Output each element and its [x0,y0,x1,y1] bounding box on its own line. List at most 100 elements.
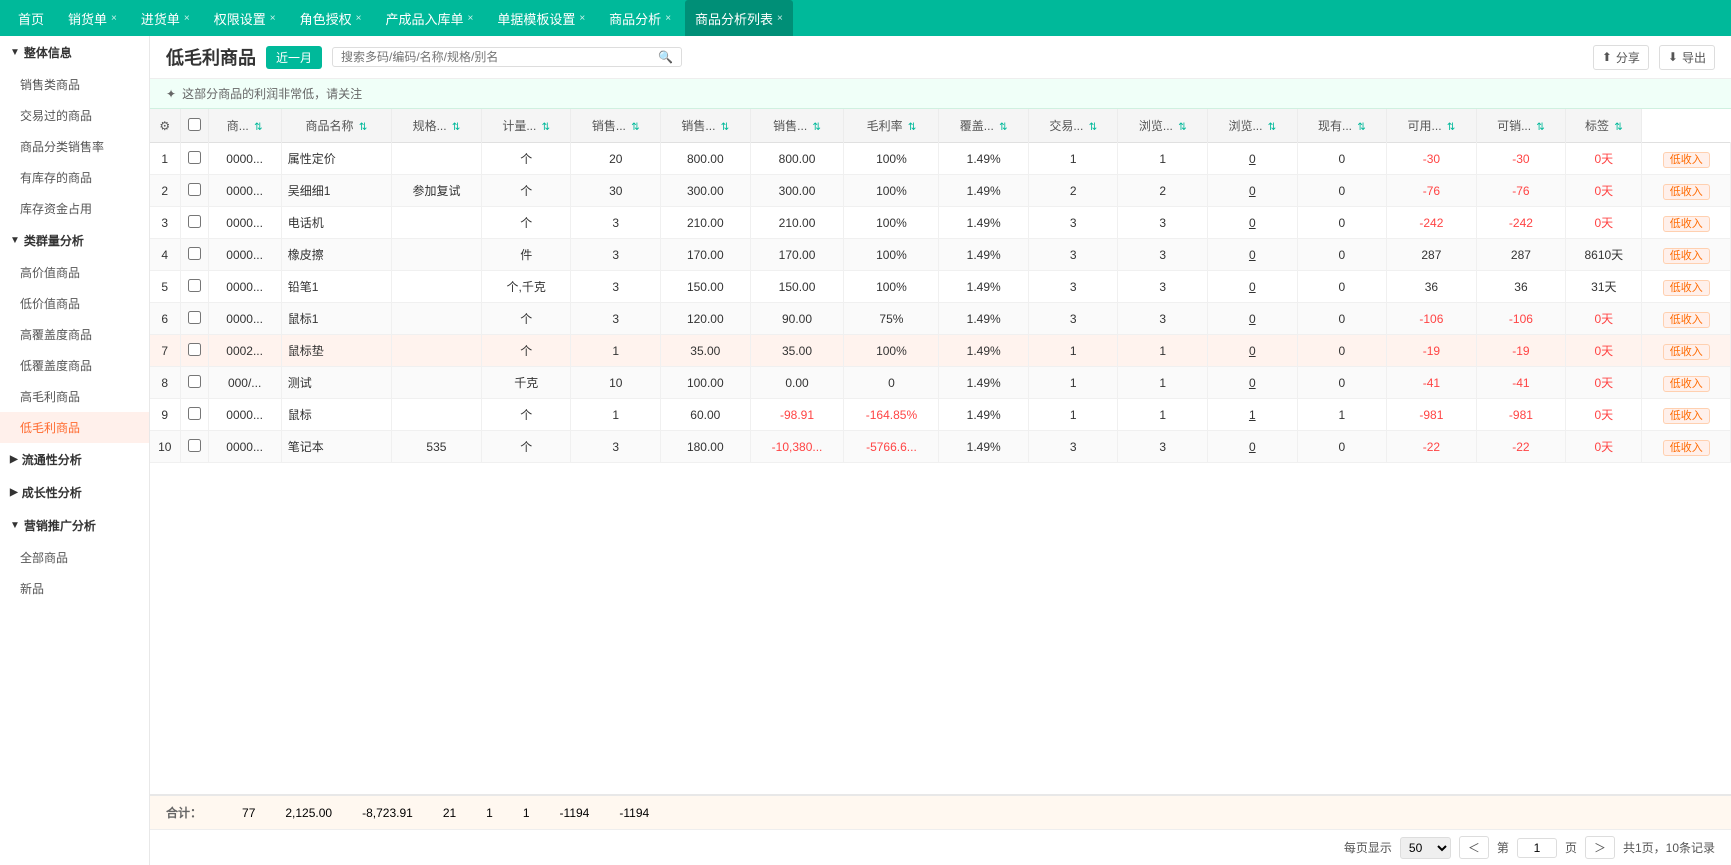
sidebar-group-cluster[interactable]: ▼ 类群量分析 [0,224,149,257]
row-view1[interactable]: 0 [1208,271,1298,303]
row-spec [391,239,481,271]
row-view1[interactable]: 0 [1208,335,1298,367]
row-stock1: -41 [1387,367,1477,399]
col-cover[interactable]: 覆盖... ⇅ [939,109,1029,143]
sidebar-item-sales-goods[interactable]: 销售类商品 [0,69,149,100]
row-view1[interactable]: 0 [1208,367,1298,399]
search-icon[interactable]: 🔍 [658,50,673,64]
sidebar-item-low-margin[interactable]: 低毛利商品 [0,412,149,443]
row-select-checkbox[interactable] [188,151,201,164]
row-checkbox[interactable] [180,143,208,175]
search-input[interactable] [341,50,658,64]
per-page-select[interactable]: 50 20 100 [1400,837,1451,859]
sidebar-item-stock-capital[interactable]: 库存资金占用 [0,193,149,224]
next-page-button[interactable]: ＞ [1585,836,1615,859]
sidebar-item-category-sales[interactable]: 商品分类销售率 [0,131,149,162]
sidebar-item-high-coverage[interactable]: 高覆盖度商品 [0,319,149,350]
col-stock2[interactable]: 可用... ⇅ [1387,109,1477,143]
col-days[interactable]: 可销... ⇅ [1476,109,1566,143]
row-no: 3 [150,207,180,239]
row-checkbox[interactable] [180,335,208,367]
table-row: 10 0000... 笔记本 535 个 3 180.00 -10,380...… [150,431,1731,463]
sidebar-item-traded-goods[interactable]: 交易过的商品 [0,100,149,131]
row-select-checkbox[interactable] [188,407,201,420]
sidebar-group-growth[interactable]: ▶ 成长性分析 [0,476,149,509]
row-select-checkbox[interactable] [188,375,201,388]
row-checkbox[interactable] [180,175,208,207]
row-view1[interactable]: 0 [1208,207,1298,239]
sidebar-group-marketing[interactable]: ▼ 营销推广分析 [0,509,149,542]
col-settings[interactable]: ⚙ [150,109,180,143]
close-icon[interactable]: × [111,13,117,24]
close-icon[interactable]: × [270,13,276,24]
row-view1[interactable]: 0 [1208,239,1298,271]
nav-home[interactable]: 首页 [8,0,54,36]
sidebar-item-stock-goods[interactable]: 有库存的商品 [0,162,149,193]
close-icon[interactable]: × [579,13,585,24]
page-number-input[interactable] [1517,838,1557,858]
nav-analysis[interactable]: 商品分析 × [599,0,681,36]
nav-products-in[interactable]: 产成品入库单 × [375,0,483,36]
sidebar-item-low-value[interactable]: 低价值商品 [0,288,149,319]
row-select-checkbox[interactable] [188,343,201,356]
select-all-checkbox[interactable] [188,118,201,131]
row-select-checkbox[interactable] [188,439,201,452]
col-gross-pct[interactable]: 毛利率 ⇅ [844,109,939,143]
col-code[interactable]: 商... ⇅ [208,109,281,143]
row-checkbox[interactable] [180,399,208,431]
sidebar-item-new-goods[interactable]: 新品 [0,573,149,604]
row-select-checkbox[interactable] [188,279,201,292]
col-tag[interactable]: 标签 ⇅ [1566,109,1642,143]
share-button[interactable]: ⬆ 分享 [1593,45,1649,70]
sidebar-item-low-coverage[interactable]: 低覆盖度商品 [0,350,149,381]
sidebar-item-high-margin[interactable]: 高毛利商品 [0,381,149,412]
row-view1[interactable]: 0 [1208,143,1298,175]
row-name: 吴细细1 [281,175,391,207]
row-view1[interactable]: 0 [1208,175,1298,207]
row-checkbox[interactable] [180,303,208,335]
sidebar-item-all-goods[interactable]: 全部商品 [0,542,149,573]
col-unit[interactable]: 计量... ⇅ [481,109,571,143]
table-row: 8 000/... 测试 千克 10 100.00 0.00 0 1.49% 1… [150,367,1731,399]
row-select-checkbox[interactable] [188,215,201,228]
row-checkbox[interactable] [180,431,208,463]
col-stock1[interactable]: 现有... ⇅ [1297,109,1387,143]
col-trade[interactable]: 交易... ⇅ [1028,109,1118,143]
row-view1[interactable]: 0 [1208,303,1298,335]
nav-template[interactable]: 单据模板设置 × [487,0,595,36]
col-qty[interactable]: 销售... ⇅ [571,109,661,143]
nav-purchase[interactable]: 进货单 × [131,0,200,36]
row-select-checkbox[interactable] [188,247,201,260]
close-icon[interactable]: × [184,13,190,24]
nav-analysis-list[interactable]: 商品分析列表 × [685,0,793,36]
row-checkbox[interactable] [180,271,208,303]
row-select-checkbox[interactable] [188,311,201,324]
sidebar-group-overall[interactable]: ▼ 整体信息 [0,36,149,69]
row-tag: 低收入 [1642,367,1731,399]
close-icon[interactable]: × [467,13,473,24]
sidebar-item-high-value[interactable]: 高价值商品 [0,257,149,288]
sidebar-group-flow[interactable]: ▶ 流通性分析 [0,443,149,476]
date-filter-button[interactable]: 近一月 [266,46,322,69]
row-stock1: -22 [1387,431,1477,463]
col-amount[interactable]: 销售... ⇅ [750,109,844,143]
prev-page-button[interactable]: ＜ [1459,836,1489,859]
row-checkbox[interactable] [180,367,208,399]
col-view2[interactable]: 浏览... ⇅ [1208,109,1298,143]
export-button[interactable]: ⬇ 导出 [1659,45,1715,70]
row-select-checkbox[interactable] [188,183,201,196]
nav-sales[interactable]: 销货单 × [58,0,127,36]
col-spec[interactable]: 规格... ⇅ [391,109,481,143]
col-price[interactable]: 销售... ⇅ [661,109,751,143]
row-view1[interactable]: 0 [1208,431,1298,463]
nav-permissions[interactable]: 权限设置 × [204,0,286,36]
col-view1[interactable]: 浏览... ⇅ [1118,109,1208,143]
row-checkbox[interactable] [180,239,208,271]
row-checkbox[interactable] [180,207,208,239]
close-icon[interactable]: × [356,13,362,24]
close-icon[interactable]: × [777,13,783,24]
col-name[interactable]: 商品名称 ⇅ [281,109,391,143]
close-icon[interactable]: × [665,13,671,24]
nav-roles[interactable]: 角色授权 × [290,0,372,36]
row-view1[interactable]: 1 [1208,399,1298,431]
